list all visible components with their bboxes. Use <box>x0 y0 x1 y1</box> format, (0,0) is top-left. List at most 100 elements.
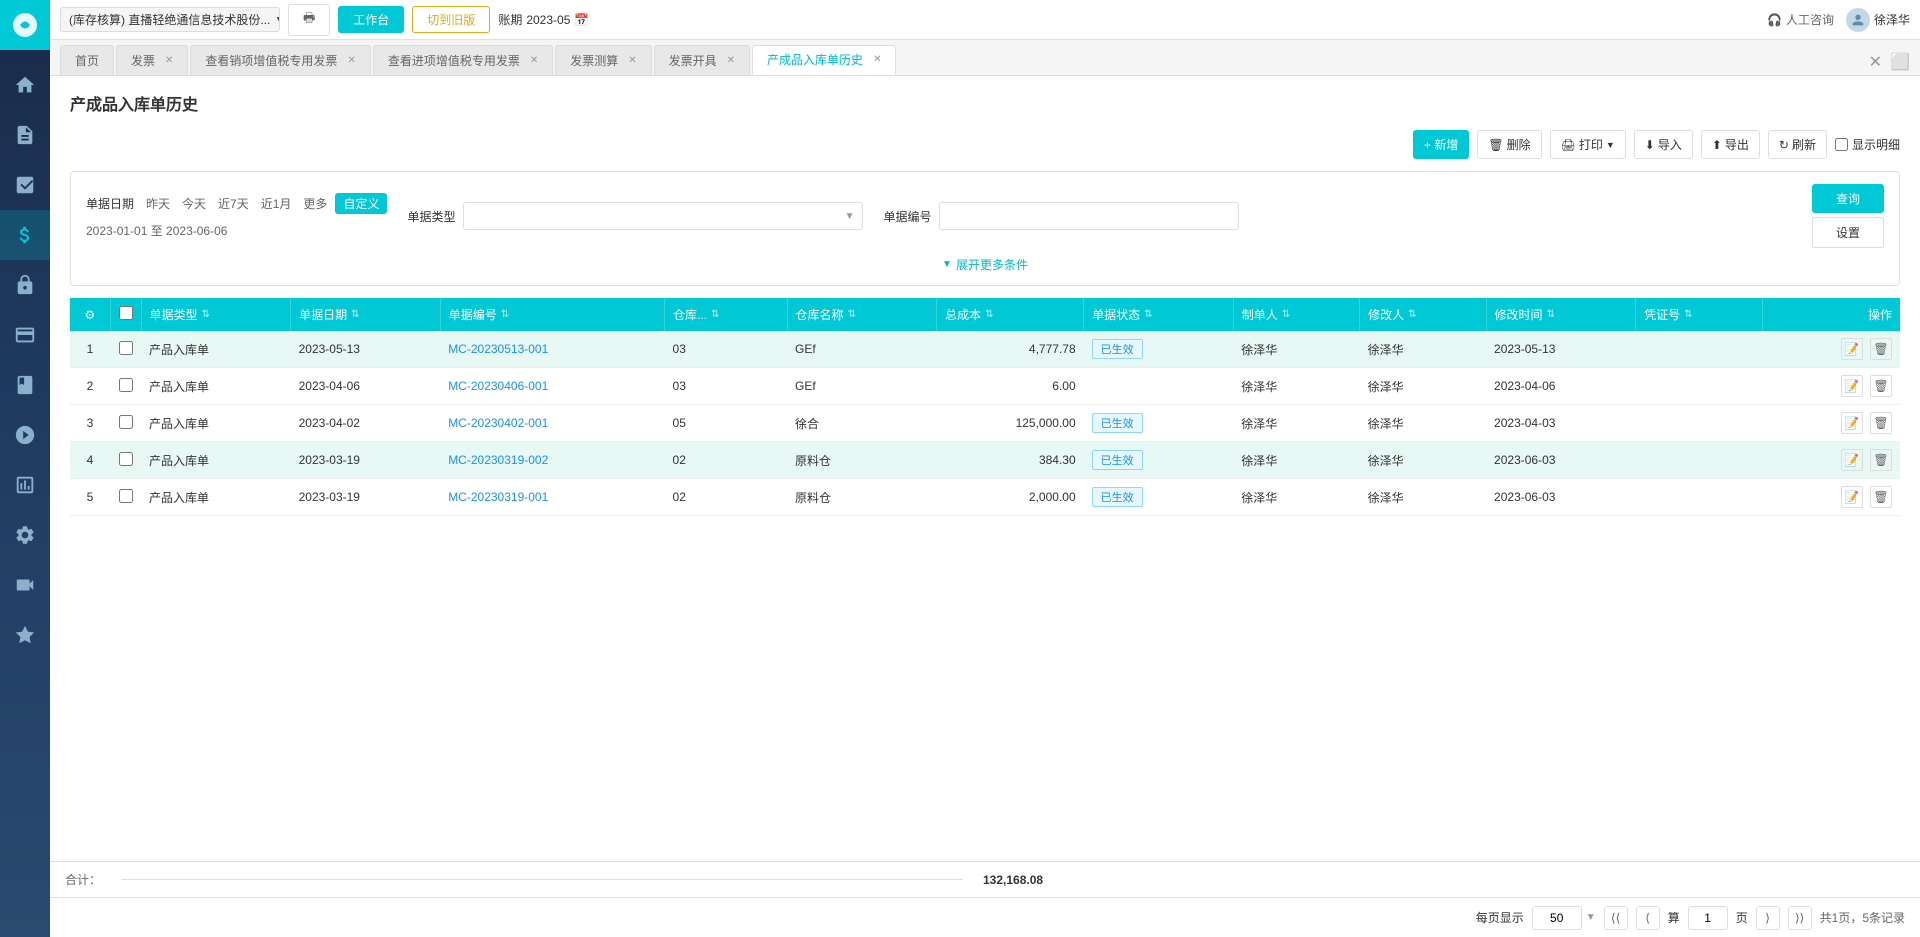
tab-output-vat[interactable]: 查看销项增值税专用发票 ✕ <box>190 45 370 75</box>
row-delete-btn[interactable]: 🗑 <box>1870 449 1892 471</box>
row-edit-btn[interactable]: 📝 <box>1841 449 1863 471</box>
page-size-select[interactable]: ▼ <box>1532 906 1596 930</box>
row-no[interactable]: MC-20230319-001 <box>440 479 664 516</box>
row-no[interactable]: MC-20230402-001 <box>440 405 664 442</box>
col-type-header[interactable]: 单据类型⇅ <box>141 298 291 331</box>
query-btn[interactable]: 查询 <box>1812 184 1884 213</box>
switch-version-btn[interactable]: 切到旧版 <box>412 6 490 33</box>
expand-filter-btn[interactable]: ▼ 展开更多条件 <box>86 256 1884 273</box>
print-doc-btn[interactable]: 🖶 <box>288 4 330 36</box>
company-selector[interactable]: (库存核算) 直播轻绝通信息技术股份... ▼ <box>60 7 280 32</box>
tab-invoice[interactable]: 发票 ✕ <box>116 45 188 75</box>
row-delete-btn[interactable]: 🗑 <box>1870 338 1892 360</box>
doc-no-input[interactable] <box>939 202 1239 230</box>
row-checkbox-cell[interactable] <box>110 442 141 479</box>
tab-input-vat[interactable]: 查看进项增值税专用发票 ✕ <box>373 45 553 75</box>
today-shortcut[interactable]: 今天 <box>178 193 210 214</box>
more-shortcut[interactable]: 更多 <box>299 193 331 214</box>
col-cost-header[interactable]: 总成本⇅ <box>937 298 1084 331</box>
print-btn[interactable]: 🖨 打印 ▼ <box>1550 130 1626 159</box>
sidebar-item-bill[interactable] <box>0 310 50 360</box>
row-no[interactable]: MC-20230513-001 <box>440 331 664 368</box>
row-no-link[interactable]: MC-20230402-001 <box>448 416 548 430</box>
tab-close-all-btn[interactable]: ✕ <box>1869 55 1882 71</box>
row-no-link[interactable]: MC-20230319-001 <box>448 490 548 504</box>
row-checkbox[interactable] <box>119 489 133 503</box>
row-checkbox[interactable] <box>119 415 133 429</box>
tab-maximize-btn[interactable]: ⬜ <box>1890 55 1910 71</box>
col-modifier-header[interactable]: 修改人⇅ <box>1360 298 1486 331</box>
sidebar-item-video[interactable] <box>0 560 50 610</box>
row-edit-btn[interactable]: 📝 <box>1841 412 1863 434</box>
sidebar-item-tax[interactable] <box>0 210 50 260</box>
tab-invoice-calc[interactable]: 发票测算 ✕ <box>555 45 651 75</box>
import-btn[interactable]: ⬇ 导入 <box>1634 130 1693 159</box>
sidebar-item-lock[interactable] <box>0 260 50 310</box>
row-edit-btn[interactable]: 📝 <box>1841 338 1863 360</box>
row-delete-btn[interactable]: 🗑 <box>1870 486 1892 508</box>
refresh-btn[interactable]: ↻ 刷新 <box>1768 130 1827 159</box>
sidebar-item-home[interactable] <box>0 60 50 110</box>
service-btn[interactable]: 🎧 人工咨询 <box>1767 11 1834 28</box>
yesterday-shortcut[interactable]: 昨天 <box>142 193 174 214</box>
tab-invoice-issue[interactable]: 发票开具 ✕ <box>654 45 750 75</box>
tab-invoice-close[interactable]: ✕ <box>165 55 173 66</box>
first-page-btn[interactable]: ⟨⟨ <box>1604 906 1628 930</box>
tab-home[interactable]: 首页 <box>60 45 114 75</box>
col-select-all[interactable] <box>110 298 141 331</box>
sidebar-item-book[interactable] <box>0 360 50 410</box>
select-all-checkbox[interactable] <box>119 306 133 320</box>
workspace-btn[interactable]: 工作台 <box>338 6 404 33</box>
col-no-header[interactable]: 单据编号⇅ <box>440 298 664 331</box>
sidebar-item-doc[interactable] <box>0 110 50 160</box>
row-no[interactable]: MC-20230406-001 <box>440 368 664 405</box>
col-status-header[interactable]: 单据状态⇅ <box>1084 298 1234 331</box>
row-no[interactable]: MC-20230319-002 <box>440 442 664 479</box>
row-no-link[interactable]: MC-20230406-001 <box>448 379 548 393</box>
row-no-link[interactable]: MC-20230513-001 <box>448 342 548 356</box>
tab-product-inbound[interactable]: 产成品入库单历史 ✕ <box>752 45 896 75</box>
filter-setting-btn[interactable]: 设置 <box>1812 217 1884 248</box>
row-delete-btn[interactable]: 🗑 <box>1870 375 1892 397</box>
col-settings[interactable]: ⚙ <box>70 298 110 331</box>
custom-shortcut[interactable]: 自定义 <box>335 193 387 214</box>
tab-product-inbound-close[interactable]: ✕ <box>873 54 881 65</box>
tab-invoice-issue-close[interactable]: ✕ <box>727 55 735 66</box>
row-checkbox[interactable] <box>119 341 133 355</box>
row-no-link[interactable]: MC-20230319-002 <box>448 453 548 467</box>
col-voucher-header[interactable]: 凭证号⇅ <box>1636 298 1762 331</box>
user-menu[interactable]: 徐泽华 <box>1846 8 1910 32</box>
row-checkbox-cell[interactable] <box>110 479 141 516</box>
last7-shortcut[interactable]: 近7天 <box>214 193 253 214</box>
export-btn[interactable]: ⬆ 导出 <box>1701 130 1760 159</box>
row-checkbox-cell[interactable] <box>110 368 141 405</box>
show-detail-checkbox-label[interactable]: 显示明细 <box>1835 136 1900 153</box>
col-creator-header[interactable]: 制单人⇅ <box>1233 298 1359 331</box>
sidebar-item-version[interactable] <box>0 610 50 660</box>
tab-input-vat-close[interactable]: ✕ <box>530 55 538 66</box>
doc-type-select[interactable]: ▼ <box>463 202 863 230</box>
col-date-header[interactable]: 单据日期⇅ <box>291 298 441 331</box>
next-page-btn[interactable]: ⟩ <box>1756 906 1780 930</box>
show-detail-checkbox[interactable] <box>1835 138 1848 151</box>
new-btn[interactable]: + 新增 <box>1413 130 1469 159</box>
row-delete-btn[interactable]: 🗑 <box>1870 412 1892 434</box>
row-edit-btn[interactable]: 📝 <box>1841 375 1863 397</box>
delete-btn[interactable]: 🗑 删除 <box>1477 130 1541 159</box>
row-checkbox[interactable] <box>119 378 133 392</box>
sidebar-item-stamp[interactable] <box>0 460 50 510</box>
tab-output-vat-close[interactable]: ✕ <box>347 55 355 66</box>
last-page-btn[interactable]: ⟩⟩ <box>1788 906 1812 930</box>
row-checkbox[interactable] <box>119 452 133 466</box>
sidebar-item-chart[interactable] <box>0 160 50 210</box>
prev-page-btn[interactable]: ⟨ <box>1636 906 1660 930</box>
row-checkbox-cell[interactable] <box>110 331 141 368</box>
row-checkbox-cell[interactable] <box>110 405 141 442</box>
tab-invoice-calc-close[interactable]: ✕ <box>628 55 636 66</box>
col-modify-time-header[interactable]: 修改时间⇅ <box>1486 298 1636 331</box>
last1m-shortcut[interactable]: 近1月 <box>257 193 296 214</box>
page-size-input[interactable] <box>1532 906 1582 930</box>
col-wh-code-header[interactable]: 仓库...⇅ <box>665 298 788 331</box>
col-wh-name-header[interactable]: 仓库名称⇅ <box>787 298 937 331</box>
page-input[interactable] <box>1688 906 1728 930</box>
